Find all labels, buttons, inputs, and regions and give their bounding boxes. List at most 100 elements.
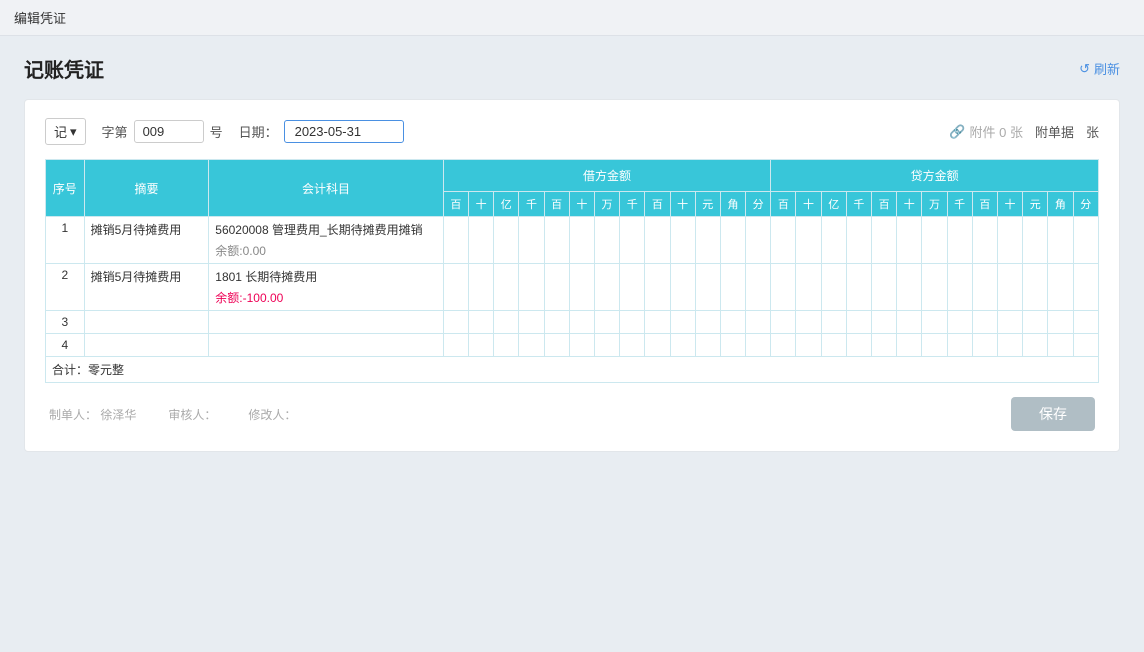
cell-debit-2-11[interactable] — [720, 311, 745, 334]
cell-credit-3-3[interactable] — [846, 334, 871, 357]
cell-credit-0-6[interactable] — [922, 217, 947, 264]
cell-credit-2-2[interactable] — [821, 311, 846, 334]
cell-account-2[interactable] — [209, 311, 444, 334]
cell-debit-3-10[interactable] — [695, 334, 720, 357]
cell-credit-0-8[interactable] — [972, 217, 997, 264]
cell-credit-0-2[interactable] — [821, 217, 846, 264]
refresh-button[interactable]: ↺ 刷新 — [1079, 59, 1120, 78]
cell-debit-1-8[interactable] — [645, 264, 670, 311]
cell-summary-0[interactable]: 摊销5月待摊费用 — [84, 217, 209, 264]
cell-credit-3-2[interactable] — [821, 334, 846, 357]
cell-credit-1-0[interactable] — [771, 264, 796, 311]
cell-credit-1-8[interactable] — [972, 264, 997, 311]
cell-credit-0-9[interactable] — [997, 217, 1022, 264]
cell-debit-0-0[interactable] — [443, 217, 468, 264]
cell-credit-1-3[interactable] — [846, 264, 871, 311]
cell-credit-3-6[interactable] — [922, 334, 947, 357]
fudanju-button[interactable]: 附单据 — [1035, 122, 1074, 141]
cell-credit-2-12[interactable] — [1073, 311, 1098, 334]
cell-debit-0-9[interactable] — [670, 217, 695, 264]
cell-credit-3-12[interactable] — [1073, 334, 1098, 357]
cell-debit-0-2[interactable] — [494, 217, 519, 264]
cell-credit-1-6[interactable] — [922, 264, 947, 311]
cell-debit-2-4[interactable] — [544, 311, 569, 334]
cell-credit-3-11[interactable] — [1048, 334, 1073, 357]
cell-account-1[interactable]: 1801 长期待摊费用余额:-100.00 — [209, 264, 444, 311]
cell-debit-3-11[interactable] — [720, 334, 745, 357]
save-button[interactable]: 保存 — [1011, 397, 1095, 431]
cell-debit-1-3[interactable] — [519, 264, 544, 311]
cell-account-0[interactable]: 56020008 管理费用_长期待摊费用摊销余额:0.00 — [209, 217, 444, 264]
table-row[interactable]: 1摊销5月待摊费用56020008 管理费用_长期待摊费用摊销余额:0.00 — [46, 217, 1099, 264]
cell-summary-3[interactable] — [84, 334, 209, 357]
cell-credit-1-5[interactable] — [897, 264, 922, 311]
cell-debit-2-3[interactable] — [519, 311, 544, 334]
cell-debit-2-12[interactable] — [746, 311, 771, 334]
cell-debit-1-1[interactable] — [469, 264, 494, 311]
cell-debit-3-1[interactable] — [469, 334, 494, 357]
cell-credit-3-8[interactable] — [972, 334, 997, 357]
cell-debit-1-5[interactable] — [569, 264, 594, 311]
cell-debit-2-5[interactable] — [569, 311, 594, 334]
cell-credit-1-4[interactable] — [872, 264, 897, 311]
cell-debit-1-10[interactable] — [695, 264, 720, 311]
cell-credit-3-9[interactable] — [997, 334, 1022, 357]
cell-debit-1-9[interactable] — [670, 264, 695, 311]
table-row[interactable]: 2摊销5月待摊费用1801 长期待摊费用余额:-100.00 — [46, 264, 1099, 311]
cell-credit-0-11[interactable] — [1048, 217, 1073, 264]
cell-credit-1-1[interactable] — [796, 264, 821, 311]
cell-credit-1-2[interactable] — [821, 264, 846, 311]
cell-debit-3-8[interactable] — [645, 334, 670, 357]
cell-debit-3-2[interactable] — [494, 334, 519, 357]
cell-credit-0-7[interactable] — [947, 217, 972, 264]
cell-debit-3-4[interactable] — [544, 334, 569, 357]
cell-credit-1-11[interactable] — [1048, 264, 1073, 311]
voucher-type-dropdown[interactable]: 记 ▾ — [45, 118, 86, 145]
cell-credit-2-9[interactable] — [997, 311, 1022, 334]
cell-debit-1-11[interactable] — [720, 264, 745, 311]
cell-debit-0-7[interactable] — [620, 217, 645, 264]
cell-debit-0-8[interactable] — [645, 217, 670, 264]
cell-summary-1[interactable]: 摊销5月待摊费用 — [84, 264, 209, 311]
cell-credit-2-3[interactable] — [846, 311, 871, 334]
cell-credit-0-0[interactable] — [771, 217, 796, 264]
cell-debit-1-12[interactable] — [746, 264, 771, 311]
cell-credit-2-0[interactable] — [771, 311, 796, 334]
cell-debit-2-6[interactable] — [594, 311, 619, 334]
cell-debit-0-10[interactable] — [695, 217, 720, 264]
cell-debit-2-0[interactable] — [443, 311, 468, 334]
cell-debit-0-3[interactable] — [519, 217, 544, 264]
cell-debit-3-7[interactable] — [620, 334, 645, 357]
date-input[interactable] — [284, 120, 404, 143]
cell-credit-2-5[interactable] — [897, 311, 922, 334]
cell-debit-3-3[interactable] — [519, 334, 544, 357]
cell-credit-1-7[interactable] — [947, 264, 972, 311]
cell-debit-1-4[interactable] — [544, 264, 569, 311]
cell-debit-3-5[interactable] — [569, 334, 594, 357]
cell-debit-0-6[interactable] — [594, 217, 619, 264]
cell-debit-0-1[interactable] — [469, 217, 494, 264]
cell-credit-3-0[interactable] — [771, 334, 796, 357]
cell-credit-1-12[interactable] — [1073, 264, 1098, 311]
cell-credit-0-1[interactable] — [796, 217, 821, 264]
cell-credit-2-6[interactable] — [922, 311, 947, 334]
cell-summary-2[interactable] — [84, 311, 209, 334]
cell-debit-2-8[interactable] — [645, 311, 670, 334]
cell-debit-0-4[interactable] — [544, 217, 569, 264]
cell-debit-1-0[interactable] — [443, 264, 468, 311]
cell-credit-3-7[interactable] — [947, 334, 972, 357]
cell-credit-3-5[interactable] — [897, 334, 922, 357]
cell-credit-0-4[interactable] — [872, 217, 897, 264]
cell-debit-0-12[interactable] — [746, 217, 771, 264]
cell-debit-2-7[interactable] — [620, 311, 645, 334]
table-row[interactable]: 4 — [46, 334, 1099, 357]
cell-credit-1-9[interactable] — [997, 264, 1022, 311]
cell-credit-3-4[interactable] — [872, 334, 897, 357]
cell-credit-0-10[interactable] — [1023, 217, 1048, 264]
cell-debit-3-6[interactable] — [594, 334, 619, 357]
cell-credit-2-7[interactable] — [947, 311, 972, 334]
cell-debit-1-7[interactable] — [620, 264, 645, 311]
cell-debit-0-11[interactable] — [720, 217, 745, 264]
zidi-input[interactable] — [134, 120, 204, 143]
cell-debit-2-9[interactable] — [670, 311, 695, 334]
